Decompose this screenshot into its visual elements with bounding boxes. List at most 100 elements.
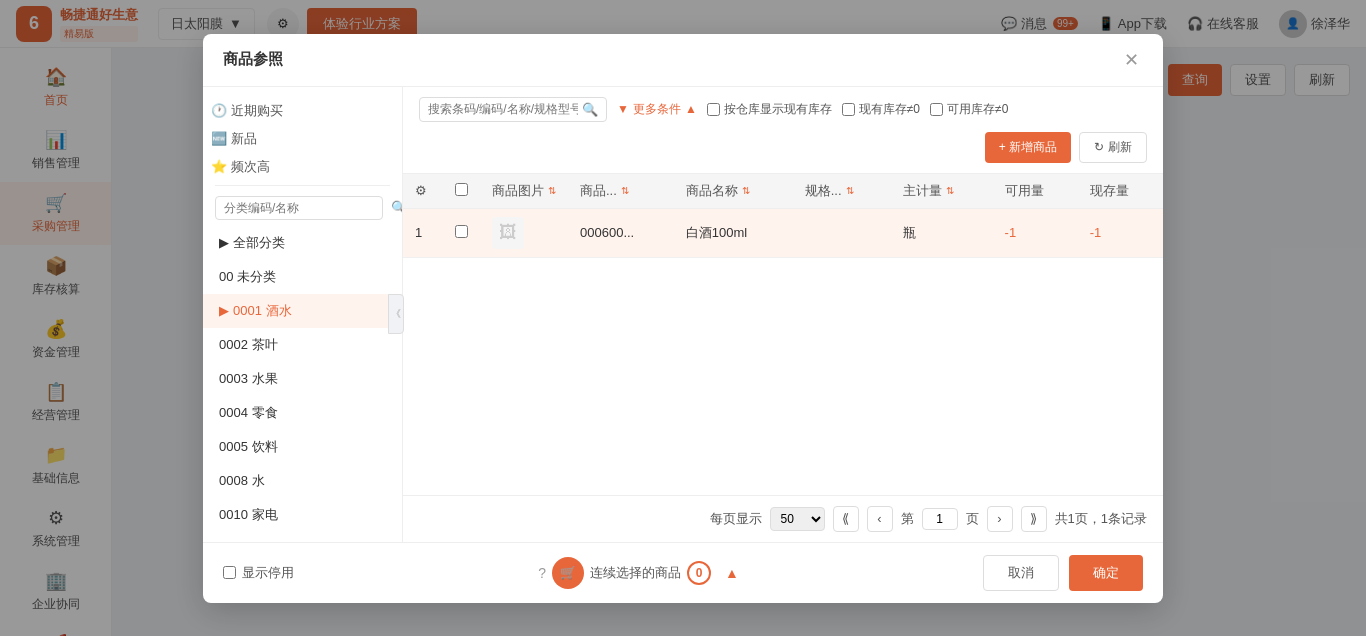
checkbox-available-nonzero[interactable]: 可用库存≠0 [930,101,1008,118]
cat-item-c0010[interactable]: 0010 家电 [203,498,402,532]
modal-overlay: 商品参照 ✕ 🕐 近期购买 🆕 新品 ⭐ [0,0,1366,636]
cat-item-c0003[interactable]: 0003 水果 [203,362,402,396]
new-icon: 🆕 [211,131,227,146]
refresh-icon: ↻ [1094,140,1104,154]
pagination-summary: 共1页，1条记录 [1055,510,1147,528]
prev-page-btn[interactable]: ‹ [867,506,893,532]
cancel-button[interactable]: 取消 [983,555,1059,591]
table-row[interactable]: 1 🖼 [403,208,1163,257]
cell-spec [793,208,891,257]
modal-body: 🕐 近期购买 🆕 新品 ⭐ 频次高 🔍 [203,87,1163,542]
star-icon: ⭐ [211,159,227,174]
cat-item-c00[interactable]: 00 未分类 [203,260,402,294]
cat-item-c0001[interactable]: ▶ 0001 酒水 [203,294,402,328]
checkbox-warehouse[interactable]: 按仓库显示现有库存 [707,101,832,118]
modal-footer: 显示停用 ? 🛒 连续选择的商品 0 ▲ 取消 确定 [203,542,1163,603]
per-page-label: 每页显示 [710,510,762,528]
filter-button[interactable]: ▼ 更多条件 ▲ [617,101,697,118]
category-divider [215,185,390,186]
first-page-btn[interactable]: ⟪ [833,506,859,532]
th-spec: 规格... ⇅ [793,174,891,209]
th-code-label: 商品... [580,182,617,200]
frequent-item[interactable]: ⭐ 频次高 [203,153,402,181]
chevron-left-icon: 《 [391,307,401,321]
settings-icon[interactable]: ⚙ [415,183,427,198]
th-stock-label: 现存量 [1090,183,1129,198]
th-unit: 主计量 ⇅ [891,174,992,209]
cell-num: 1 [403,208,443,257]
search-input-wrap: 🔍 [419,97,607,122]
add-product-btn[interactable]: + 新增商品 [985,132,1071,163]
clock-icon: 🕐 [211,103,227,118]
cart-count: 0 [687,561,711,585]
th-image-label: 商品图片 [492,182,544,200]
cat-item-c0005[interactable]: 0005 饮料 [203,430,402,464]
cat-item-all[interactable]: ▶ 全部分类 [203,226,402,260]
help-icon[interactable]: ? [538,565,546,581]
stock-nonzero-checkbox[interactable] [842,103,855,116]
cell-available: -1 [993,208,1078,257]
th-checkbox [443,174,480,209]
pagination: 每页显示 50 100 200 ⟪ ‹ 第 页 › ⟫ 共1页，1条记录 [403,495,1163,542]
footer-cart: ? 🛒 连续选择的商品 0 ▲ [538,557,739,589]
sort-icon-code: ⇅ [621,185,629,196]
product-thumbnail: 🖼 [492,217,524,249]
show-disabled-checkbox[interactable] [223,566,236,579]
cart-icon[interactable]: 🛒 [552,557,584,589]
cat-item-c0002[interactable]: 0002 茶叶 [203,328,402,362]
cell-code: 000600... [568,208,674,257]
cell-unit: 瓶 [891,208,992,257]
sort-icon-image: ⇅ [548,185,556,196]
collapse-panel-button[interactable]: 《 [388,294,404,334]
shopping-cart-icon: 🛒 [560,565,576,580]
frequent-label: 频次高 [231,158,270,176]
last-page-btn[interactable]: ⟫ [1021,506,1047,532]
th-spec-label: 规格... [805,182,842,200]
show-disabled-label: 显示停用 [242,564,294,582]
th-available: 可用量 [993,174,1078,209]
search-input[interactable] [428,102,578,116]
page-input[interactable] [922,508,958,530]
modal-title: 商品参照 [223,50,283,69]
filter-icon: ▼ [617,102,629,116]
th-unit-label: 主计量 [903,182,942,200]
th-name-label: 商品名称 [686,182,738,200]
cat-search-input[interactable] [215,196,383,220]
warehouse-checkbox[interactable] [707,103,720,116]
refresh-btn[interactable]: ↻ 刷新 [1079,132,1147,163]
product-modal: 商品参照 ✕ 🕐 近期购买 🆕 新品 ⭐ [203,34,1163,603]
cat-item-c0004[interactable]: 0004 零食 [203,396,402,430]
new-label: 新品 [231,130,257,148]
search-icon[interactable]: 🔍 [582,102,598,117]
category-panel: 🕐 近期购买 🆕 新品 ⭐ 频次高 🔍 [203,87,403,542]
recent-purchase-item[interactable]: 🕐 近期购买 [203,97,402,125]
toolbar-right: + 新增商品 ↻ 刷新 [985,132,1147,163]
show-disabled-checkbox-wrap[interactable]: 显示停用 [223,564,294,582]
cat-item-c0008[interactable]: 0008 水 [203,464,402,498]
checkbox-stock-nonzero[interactable]: 现有库存≠0 [842,101,920,118]
th-settings: ⚙ [403,174,443,209]
new-product-item[interactable]: 🆕 新品 [203,125,402,153]
cat-search-row: 🔍 [203,190,402,226]
th-name: 商品名称 ⇅ [674,174,793,209]
row-checkbox[interactable] [455,225,468,238]
th-available-label: 可用量 [1005,183,1044,198]
confirm-button[interactable]: 确定 [1069,555,1143,591]
cell-stock: -1 [1078,208,1163,257]
footer-actions: 取消 确定 [983,555,1143,591]
page-suffix: 页 [966,510,979,528]
th-code: 商品... ⇅ [568,174,674,209]
close-button[interactable]: ✕ [1119,48,1143,72]
search-icon[interactable]: 🔍 [391,200,403,215]
per-page-select[interactable]: 50 100 200 [770,507,825,531]
next-page-btn[interactable]: › [987,506,1013,532]
sort-icon-spec: ⇅ [846,185,854,196]
arrow-icon: ▶ [219,235,229,250]
cell-checkbox [443,208,480,257]
cart-collapse-icon[interactable]: ▲ [725,565,739,581]
modal-header: 商品参照 ✕ [203,34,1163,87]
select-all-checkbox[interactable] [455,183,468,196]
th-stock: 现存量 [1078,174,1163,209]
table-header-row: ⚙ 商品图片 ⇅ [403,174,1163,209]
available-nonzero-checkbox[interactable] [930,103,943,116]
